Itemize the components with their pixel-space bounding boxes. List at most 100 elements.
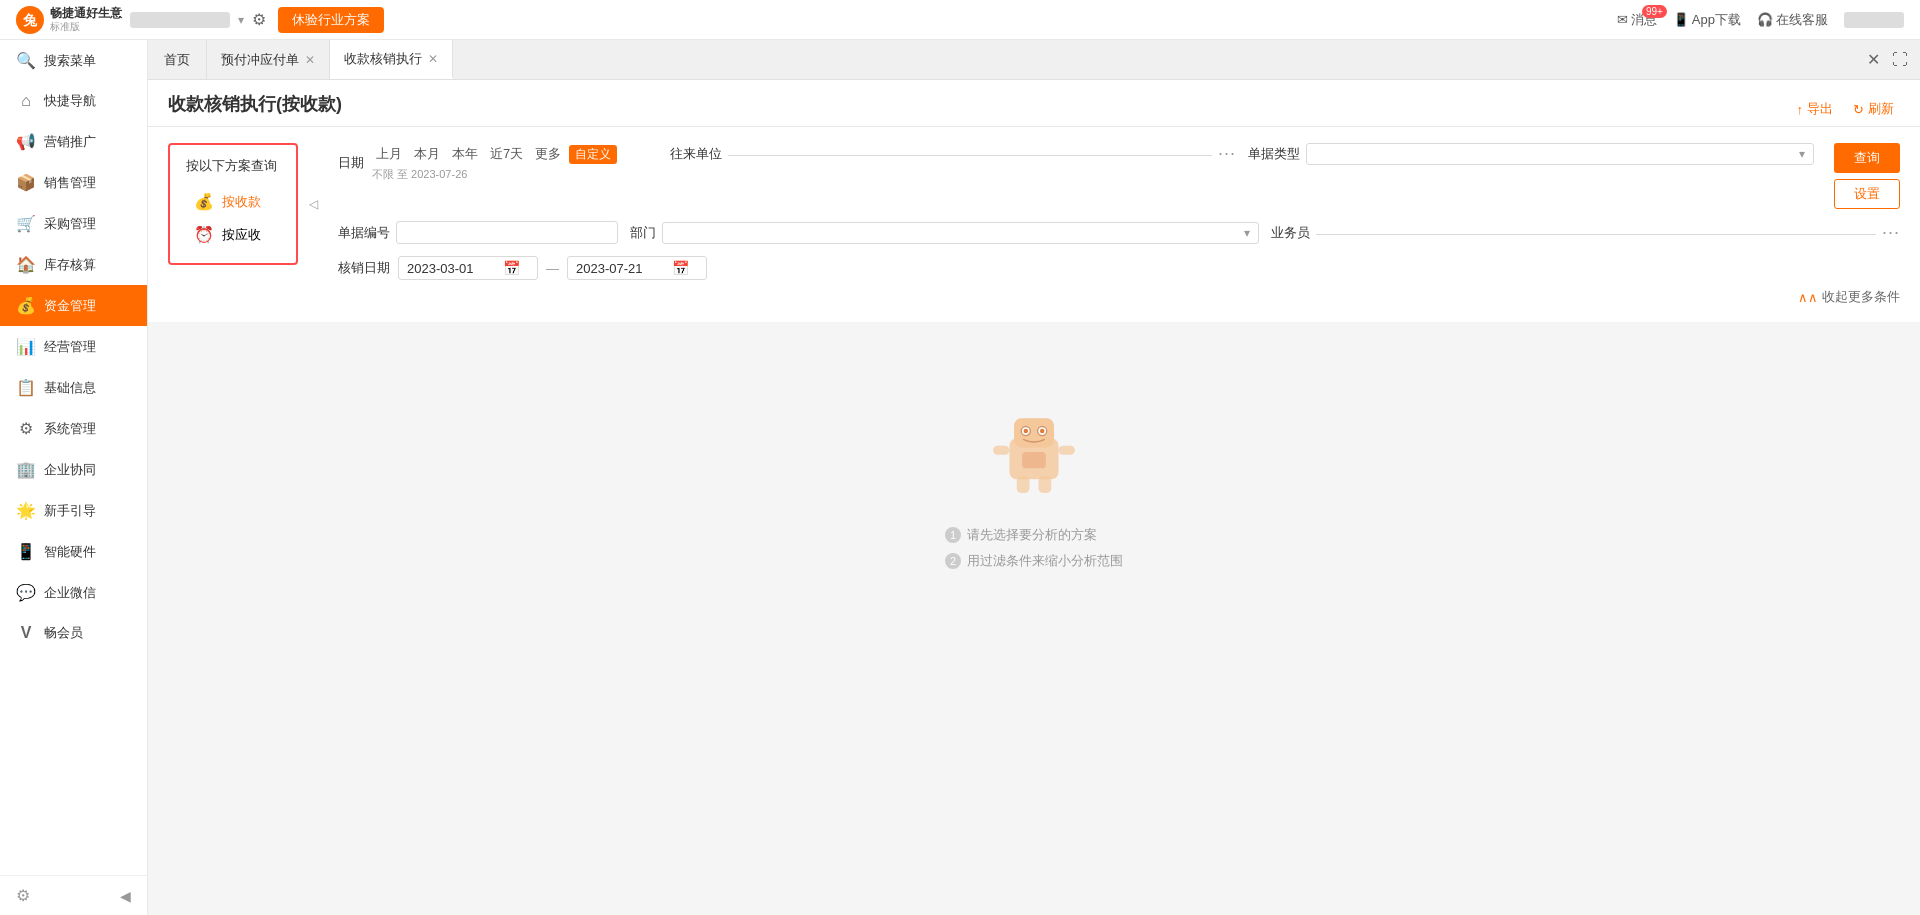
export-label: 导出 [1807,100,1833,118]
sidebar-label-inventory: 库存核算 [44,256,96,274]
app-name: 畅捷通好生意 [50,6,122,20]
writeoff-date-start-wrap: 📅 [398,256,538,280]
sidebar-label-guide: 新手引导 [44,502,96,520]
svg-rect-9 [1059,446,1075,455]
setting-button[interactable]: 设置 [1834,179,1900,209]
action-buttons: 查询 设置 [1834,143,1900,209]
collection-label: 按收款 [222,193,261,211]
calendar-end-icon[interactable]: 📅 [672,260,689,276]
sidebar-item-hardware[interactable]: 📱 智能硬件 [0,531,147,572]
sidebar-item-system[interactable]: ⚙ 系统管理 [0,408,147,449]
doc-number-input[interactable] [405,225,609,240]
sidebar-item-basic[interactable]: 📋 基础信息 [0,367,147,408]
finance-icon: 💰 [16,296,36,315]
sidebar-item-search[interactable]: 🔍 搜索菜单 [0,40,147,81]
date-custom-badge[interactable]: 自定义 [569,145,617,164]
user-avatar-blurred[interactable] [1844,12,1904,28]
sidebar-item-enterprise[interactable]: 🏢 企业协同 [0,449,147,490]
page-toolbar: ↑ 导出 ↻ 刷新 [1791,92,1901,126]
app-download-label: App下载 [1692,11,1741,29]
online-service-link[interactable]: 🎧 在线客服 [1757,11,1828,29]
customer-label: 往来单位 [670,145,722,163]
industry-solution-button[interactable]: 休验行业方案 [278,7,384,33]
tab-close-all-button[interactable]: ✕ [1863,48,1884,71]
tab-prepay-label: 预付冲应付单 [221,51,299,69]
basic-icon: 📋 [16,378,36,397]
tip-number-2: 2 [945,553,961,569]
date-7days-button[interactable]: 近7天 [486,143,527,165]
refresh-label: 刷新 [1868,100,1894,118]
svg-rect-10 [1017,477,1030,493]
customer-select-button[interactable]: ··· [1218,143,1236,164]
sidebar-settings-icon[interactable]: ⚙ [16,886,30,905]
filter-section: 按以下方案查询 💰 按收款 ⏰ 按应收 ◁ [148,127,1920,322]
sidebar-item-operations[interactable]: 📊 经营管理 [0,326,147,367]
tip-number-1: 1 [945,527,961,543]
sidebar-item-shortcut[interactable]: ⌂ 快捷导航 [0,81,147,121]
sidebar-label-wechat: 企业微信 [44,584,96,602]
svg-point-6 [1024,429,1029,434]
refresh-button[interactable]: ↻ 刷新 [1847,98,1900,120]
collapse-more-button[interactable]: ∧∧ 收起更多条件 [1798,288,1900,306]
sidebar-label-enterprise: 企业协同 [44,461,96,479]
tab-prepay[interactable]: 预付冲应付单 ✕ [207,40,330,79]
sidebar-item-vip[interactable]: V 畅会员 [0,613,147,653]
writeoff-date-end-input[interactable] [576,261,666,276]
filter-option-by-receivable[interactable]: ⏰ 按应收 [186,218,280,251]
sidebar-item-sales[interactable]: 📦 销售管理 [0,162,147,203]
workspace-name [130,12,230,28]
empty-tip-row-2: 2 用过滤条件来缩小分析范围 [945,548,1123,574]
sidebar-label-finance: 资金管理 [44,297,96,315]
calendar-start-icon[interactable]: 📅 [503,260,520,276]
receivable-icon: ⏰ [194,225,214,244]
sidebar-bottom: ⚙ ◀ [0,875,147,915]
empty-tip-row-1: 1 请先选择要分析的方案 [945,522,1123,548]
empty-state: 1 请先选择要分析的方案 2 用过滤条件来缩小分析范围 [148,322,1920,654]
tab-expand-button[interactable]: ⛶ [1888,49,1912,71]
department-label: 部门 [630,224,656,242]
date-range-separator: — [546,261,559,276]
sidebar-item-wechat[interactable]: 💬 企业微信 [0,572,147,613]
sidebar-item-finance[interactable]: 💰 资金管理 [0,285,147,326]
page-content: 收款核销执行(按收款) ↑ 导出 ↻ 刷新 [148,80,1920,915]
svg-text:兔: 兔 [22,12,38,28]
sidebar-label-sales: 销售管理 [44,174,96,192]
tab-collection-close-icon[interactable]: ✕ [428,52,438,66]
dropdown-arrow-icon[interactable]: ▾ [238,13,244,27]
tab-collection[interactable]: 收款核销执行 ✕ [330,40,453,79]
export-button[interactable]: ↑ 导出 [1791,98,1840,120]
tab-prepay-close-icon[interactable]: ✕ [305,53,315,67]
salesperson-select-button[interactable]: ··· [1882,222,1900,243]
settings-gear-icon[interactable]: ⚙ [252,10,266,29]
svg-rect-8 [993,446,1009,455]
logo-area: 兔 畅捷通好生意 标准版 [16,6,122,34]
message-icon-area[interactable]: ✉ 消息 99+ [1617,11,1657,29]
filter-right: 日期 上月 本月 本年 近7天 更多 自定义 [338,143,1900,306]
sidebar-item-purchase[interactable]: 🛒 采购管理 [0,203,147,244]
sidebar-item-marketing[interactable]: 📢 营销推广 [0,121,147,162]
empty-tips: 1 请先选择要分析的方案 2 用过滤条件来缩小分析范围 [945,522,1123,574]
date-more-button[interactable]: 更多 [531,143,565,165]
filter-option-by-collection[interactable]: 💰 按收款 [186,185,280,218]
empty-tip-text-1: 请先选择要分析的方案 [967,522,1097,548]
date-this-year-button[interactable]: 本年 [448,143,482,165]
sidebar-label-hardware: 智能硬件 [44,543,96,561]
sidebar-collapse-icon[interactable]: ◀ [120,888,131,904]
tab-home[interactable]: 首页 [148,40,207,79]
inventory-icon: 🏠 [16,255,36,274]
message-icon: ✉ [1617,12,1628,27]
panel-toggle-icon[interactable]: ◁ [309,197,318,211]
doc-type-select[interactable]: ▾ [1306,143,1814,165]
department-select[interactable]: ▾ [662,222,1259,244]
filter-panel: 按以下方案查询 💰 按收款 ⏰ 按应收 [168,143,298,265]
date-last-month-button[interactable]: 上月 [372,143,406,165]
sidebar-item-inventory[interactable]: 🏠 库存核算 [0,244,147,285]
app-download-link[interactable]: 📱 App下载 [1673,11,1741,29]
writeoff-date-start-input[interactable] [407,261,497,276]
sidebar-item-guide[interactable]: 🌟 新手引导 [0,490,147,531]
empty-tip-text-2: 用过滤条件来缩小分析范围 [967,548,1123,574]
date-filter-label: 日期 [338,154,364,172]
date-this-month-button[interactable]: 本月 [410,143,444,165]
query-button[interactable]: 查询 [1834,143,1900,173]
purchase-icon: 🛒 [16,214,36,233]
